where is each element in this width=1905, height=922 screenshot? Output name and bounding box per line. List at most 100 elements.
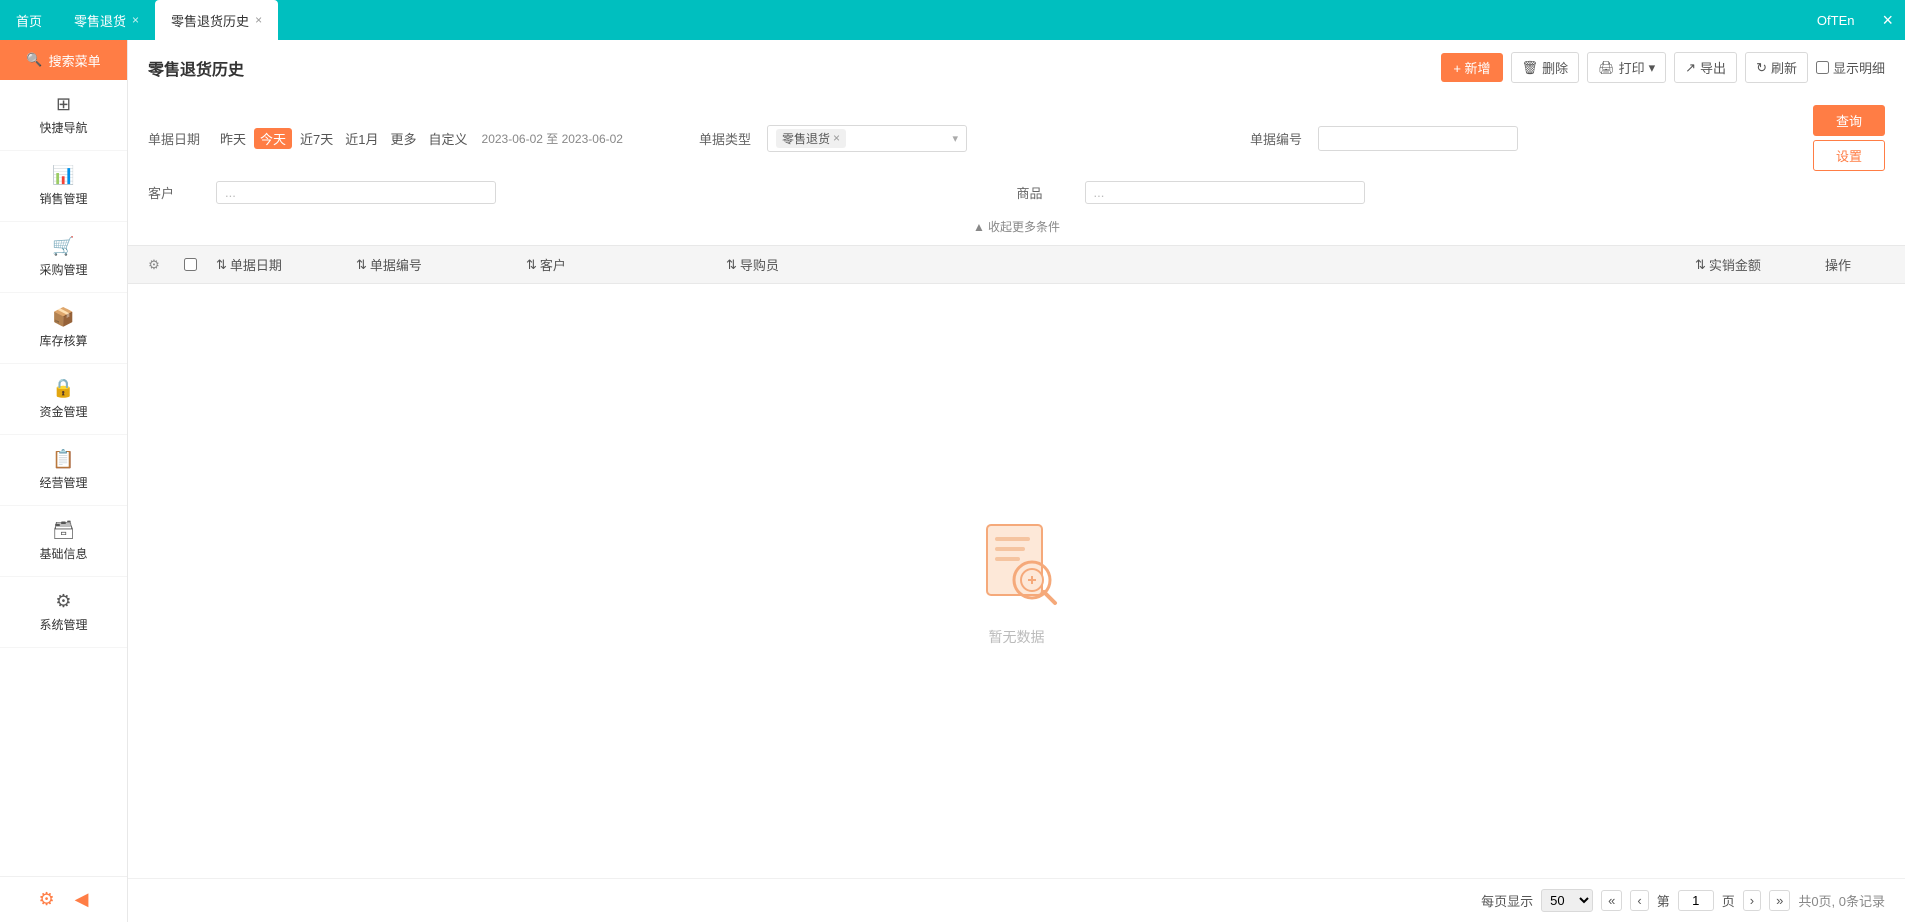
filter-row-2: 客户 ... 商品 ...	[148, 181, 1885, 204]
empty-state: 暂无数据	[128, 284, 1905, 878]
date-options: 昨天 今天 近7天 近1月 更多 自定义 2023-06-02 至 2023-0…	[216, 128, 623, 149]
sidebar-item-sales-label: 销售管理	[39, 190, 87, 207]
refresh-button[interactable]: ↻ 刷新	[1745, 52, 1808, 83]
inventory-icon: 📦	[52, 307, 74, 328]
sidebar-search[interactable]: 🔍 搜索菜单	[0, 40, 127, 80]
th-no[interactable]: ⇅ 单据编号	[348, 255, 518, 274]
sort-amount-icon: ⇅	[1695, 257, 1706, 273]
th-no-label: 单据编号	[370, 255, 422, 274]
date-opt-1month[interactable]: 近1月	[341, 128, 382, 149]
refresh-label: 刷新	[1771, 58, 1797, 77]
date-opt-more[interactable]: 更多	[387, 128, 421, 149]
tab-list: 首页 零售退货 × 零售退货历史 ×	[0, 0, 1817, 40]
collapse-row: ▲ 收起更多条件	[148, 214, 1885, 245]
add-button[interactable]: + 新增	[1441, 53, 1502, 82]
sidebar-item-inventory[interactable]: 📦 库存核算	[0, 293, 127, 364]
type-filter-arrow-icon: ▾	[952, 132, 958, 145]
th-op: 操作	[1817, 255, 1897, 274]
date-opt-custom[interactable]: 自定义	[425, 128, 472, 149]
th-date[interactable]: ⇅ 单据日期	[208, 255, 348, 274]
tab-retail-return[interactable]: 零售退货 ×	[58, 0, 155, 40]
goods-filter-select[interactable]: ...	[1085, 181, 1365, 204]
page-size-label: 每页显示	[1481, 891, 1533, 910]
goods-filter-label: 商品	[1017, 183, 1077, 202]
window-close-button[interactable]: ×	[1870, 10, 1905, 31]
setting-button[interactable]: 设置	[1813, 140, 1885, 171]
page-input[interactable]	[1678, 890, 1714, 911]
sidebar-item-purchase[interactable]: 🛒 采购管理	[0, 222, 127, 293]
sidebar-item-system-label: 系统管理	[39, 616, 87, 633]
search-icon: 🔍	[26, 52, 42, 68]
sidebar-search-label: 搜索菜单	[49, 51, 101, 70]
select-all-checkbox[interactable]	[184, 258, 197, 271]
print-button[interactable]: 🖨 打印 ▾	[1587, 52, 1666, 83]
finance-icon: 🔒	[52, 378, 74, 399]
next-page-button[interactable]: ›	[1743, 890, 1761, 911]
show-detail-checkbox-label[interactable]: 显示明细	[1816, 58, 1885, 77]
tab-home[interactable]: 首页	[0, 0, 58, 40]
action-buttons: 查询 设置	[1813, 105, 1885, 171]
customer-filter-label: 客户	[148, 183, 208, 202]
th-check[interactable]	[172, 258, 208, 271]
quicknav-icon: ⊞	[56, 94, 71, 115]
date-opt-today[interactable]: 今天	[254, 128, 292, 149]
number-filter-input[interactable]	[1318, 126, 1518, 151]
filter-area: 单据日期 昨天 今天 近7天 近1月 更多 自定义 2023-06-02 至 2…	[148, 95, 1885, 245]
type-filter-tag-text: 零售退货	[782, 130, 830, 147]
page-header: 零售退货历史 + 新增 🗑 删除 🖨 打印 ▾ ↗ 导出	[128, 40, 1905, 246]
th-date-label: 单据日期	[230, 255, 282, 274]
basic-info-icon: 🗃	[52, 520, 75, 541]
top-bar: 首页 零售退货 × 零售退货历史 × OfTEn ×	[0, 0, 1905, 40]
refresh-icon: ↻	[1756, 60, 1767, 76]
tab-retail-return-history[interactable]: 零售退货历史 ×	[155, 0, 278, 40]
export-icon: ↗	[1685, 60, 1696, 76]
collapse-button[interactable]: ▲ 收起更多条件	[973, 218, 1060, 235]
sidebar-item-basic-info[interactable]: 🗃 基础信息	[0, 506, 127, 577]
first-page-button[interactable]: «	[1601, 890, 1622, 911]
goods-filter-col: 商品 ...	[1017, 181, 1886, 204]
th-settings[interactable]: ⚙	[136, 257, 172, 273]
customer-filter-select[interactable]: ...	[216, 181, 496, 204]
last-page-button[interactable]: »	[1769, 890, 1790, 911]
export-button[interactable]: ↗ 导出	[1674, 52, 1737, 83]
table-area: ⚙ ⇅ 单据日期 ⇅ 单据编号 ⇅ 客户 ⇅ 导购员	[128, 246, 1905, 922]
sidebar-item-quicknav-label: 快捷导航	[39, 119, 87, 136]
query-button[interactable]: 查询	[1813, 105, 1885, 136]
delete-button[interactable]: 🗑 删除	[1511, 52, 1580, 83]
th-amount[interactable]: ⇅ 实销金额	[1687, 255, 1817, 274]
print-arrow-icon: ▾	[1649, 60, 1656, 76]
show-detail-label: 显示明细	[1833, 58, 1885, 77]
purchase-icon: 🛒	[52, 236, 74, 257]
type-filter-tag: 零售退货 ×	[776, 129, 846, 148]
sidebar: 🔍 搜索菜单 ⊞ 快捷导航 📊 销售管理 🛒 采购管理 📦 库存核算 🔒 资金管…	[0, 40, 128, 922]
sidebar-item-system[interactable]: ⚙ 系统管理	[0, 577, 127, 648]
page-title: 零售退货历史	[148, 56, 244, 80]
th-customer[interactable]: ⇅ 客户	[518, 255, 718, 274]
sidebar-item-sales[interactable]: 📊 销售管理	[0, 151, 127, 222]
sidebar-item-inventory-label: 库存核算	[39, 332, 87, 349]
type-filter-select[interactable]: 零售退货 × ▾	[767, 125, 967, 152]
table-header: ⚙ ⇅ 单据日期 ⇅ 单据编号 ⇅ 客户 ⇅ 导购员	[128, 246, 1905, 284]
page-unit: 页	[1722, 891, 1735, 910]
customer-filter-placeholder: ...	[225, 185, 236, 200]
date-opt-7days[interactable]: 近7天	[296, 128, 337, 149]
tab-retail-return-close[interactable]: ×	[132, 13, 139, 27]
collapse-sidebar-icon[interactable]: ◀	[75, 889, 89, 910]
tab-retail-return-history-close[interactable]: ×	[255, 13, 262, 27]
sidebar-item-operations[interactable]: 📋 经营管理	[0, 435, 127, 506]
th-customer-label: 客户	[540, 255, 566, 274]
sidebar-item-finance[interactable]: 🔒 资金管理	[0, 364, 127, 435]
page-size-select[interactable]: 50 10 20 100	[1541, 889, 1593, 912]
type-filter-tag-remove[interactable]: ×	[833, 131, 840, 145]
type-filter-col: 单据类型 零售退货 × ▾	[699, 125, 1250, 152]
tab-retail-return-history-label: 零售退货历史	[171, 11, 249, 30]
print-label: 打印	[1619, 58, 1645, 77]
settings-bottom-icon[interactable]: ⚙	[39, 889, 55, 910]
show-detail-checkbox[interactable]	[1816, 61, 1829, 74]
th-guide[interactable]: ⇅ 导购员	[718, 255, 898, 274]
print-icon: 🖨	[1598, 60, 1615, 76]
date-opt-yesterday[interactable]: 昨天	[216, 128, 250, 149]
collapse-up-icon: ▲	[973, 220, 985, 234]
sidebar-item-quicknav[interactable]: ⊞ 快捷导航	[0, 80, 127, 151]
prev-page-button[interactable]: ‹	[1630, 890, 1648, 911]
